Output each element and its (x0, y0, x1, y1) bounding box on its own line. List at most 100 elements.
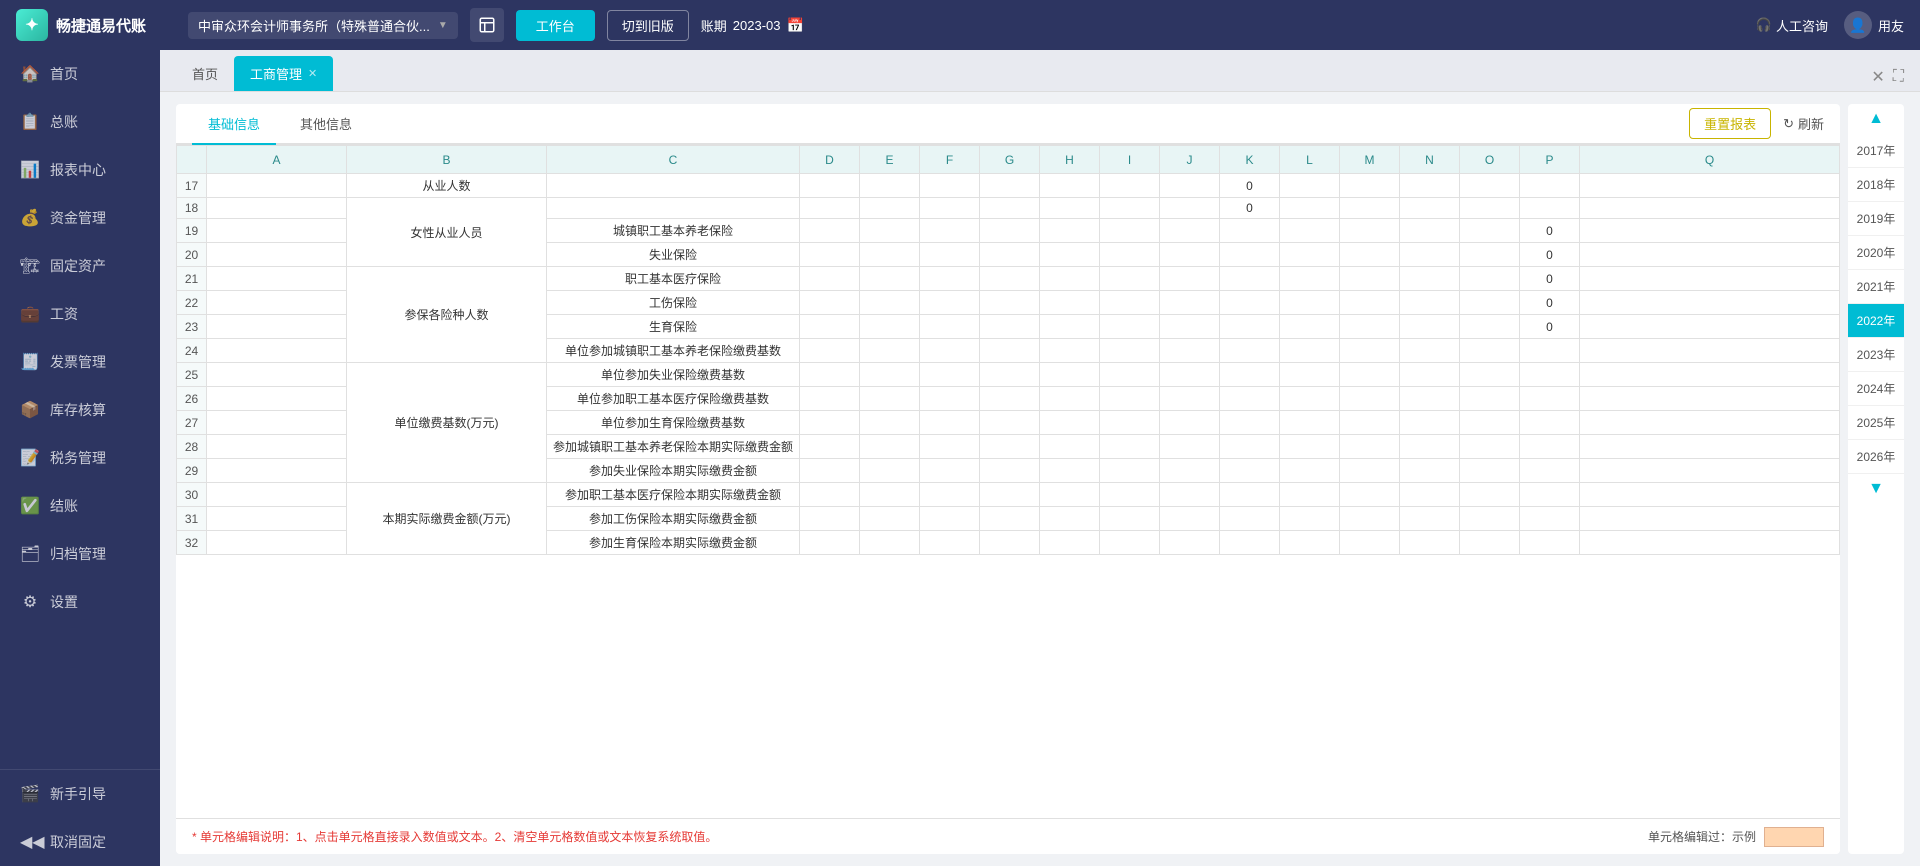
cell-empty[interactable] (980, 459, 1040, 483)
cell-empty[interactable] (1160, 267, 1220, 291)
cell-empty[interactable] (1340, 531, 1400, 555)
cell-p[interactable]: 0 (1520, 291, 1580, 315)
cell-c[interactable]: 参加职工基本医疗保险本期实际缴费金额 (547, 483, 800, 507)
cell-empty[interactable] (1460, 387, 1520, 411)
cell-k[interactable]: 0 (1220, 198, 1280, 219)
cell-k[interactable] (1220, 315, 1280, 339)
cell-empty[interactable] (1340, 411, 1400, 435)
cell-empty[interactable] (1280, 174, 1340, 198)
cell-q[interactable] (1580, 291, 1840, 315)
table-row[interactable]: 30本期实际缴费金额(万元)参加职工基本医疗保险本期实际缴费金额 (177, 483, 1840, 507)
cell-p[interactable] (1520, 483, 1580, 507)
cell-empty[interactable] (1100, 339, 1160, 363)
cell-empty[interactable] (860, 267, 920, 291)
cell-p[interactable] (1520, 363, 1580, 387)
cell-empty[interactable] (860, 411, 920, 435)
cell-q[interactable] (1580, 387, 1840, 411)
sidebar-item-tax[interactable]: 📝 税务管理 (0, 434, 160, 482)
cell-empty[interactable] (1160, 174, 1220, 198)
cell-empty[interactable] (1040, 315, 1100, 339)
cell-empty[interactable] (920, 507, 980, 531)
cell-empty[interactable] (1100, 363, 1160, 387)
cell-empty[interactable] (1280, 267, 1340, 291)
cell-empty[interactable] (1040, 363, 1100, 387)
sidebar-item-invoice[interactable]: 🧾 发票管理 (0, 338, 160, 386)
cell-empty[interactable] (1400, 315, 1460, 339)
cell-empty[interactable] (860, 459, 920, 483)
cell-empty[interactable] (1100, 198, 1160, 219)
cell-a[interactable] (207, 411, 347, 435)
cell-empty[interactable] (1040, 387, 1100, 411)
cell-empty[interactable] (920, 531, 980, 555)
cell-empty[interactable] (1160, 387, 1220, 411)
cell-empty[interactable] (1100, 387, 1160, 411)
old-version-button[interactable]: 切到旧版 (607, 10, 689, 41)
cell-a[interactable] (207, 387, 347, 411)
cell-empty[interactable] (1460, 483, 1520, 507)
sidebar-item-unpin[interactable]: ◀◀ 取消固定 (0, 818, 160, 866)
cell-c[interactable]: 生育保险 (547, 315, 800, 339)
year-item[interactable]: 2023年 (1848, 338, 1904, 372)
year-item[interactable]: 2022年 (1848, 304, 1904, 338)
cell-empty[interactable] (920, 435, 980, 459)
year-item[interactable]: 2019年 (1848, 202, 1904, 236)
cell-empty[interactable] (1100, 174, 1160, 198)
cell-empty[interactable] (1460, 291, 1520, 315)
cell-p[interactable] (1520, 198, 1580, 219)
cell-empty[interactable] (1280, 243, 1340, 267)
refresh-button[interactable]: ↻ 刷新 (1783, 114, 1824, 133)
year-down-btn[interactable]: ▼ (1848, 474, 1904, 504)
cell-q[interactable] (1580, 483, 1840, 507)
cell-empty[interactable] (800, 387, 860, 411)
cell-c[interactable]: 失业保险 (547, 243, 800, 267)
cell-a[interactable] (207, 531, 347, 555)
cell-empty[interactable] (1460, 219, 1520, 243)
sub-tab-basic[interactable]: 基础信息 (192, 104, 276, 143)
reset-button[interactable]: 重置报表 (1689, 108, 1771, 139)
cell-empty[interactable] (1100, 267, 1160, 291)
cell-empty[interactable] (920, 174, 980, 198)
cell-empty[interactable] (1340, 339, 1400, 363)
cell-a[interactable] (207, 198, 347, 219)
cell-empty[interactable] (1460, 363, 1520, 387)
cell-empty[interactable] (1340, 435, 1400, 459)
cell-q[interactable] (1580, 507, 1840, 531)
cell-c[interactable]: 城镇职工基本养老保险 (547, 219, 800, 243)
cell-q[interactable] (1580, 315, 1840, 339)
cell-k[interactable] (1220, 435, 1280, 459)
cell-empty[interactable] (920, 267, 980, 291)
cell-empty[interactable] (1280, 531, 1340, 555)
cell-empty[interactable] (800, 198, 860, 219)
cell-empty[interactable] (1040, 507, 1100, 531)
cell-empty[interactable] (1340, 243, 1400, 267)
cell-empty[interactable] (860, 315, 920, 339)
cell-empty[interactable] (1160, 291, 1220, 315)
cell-empty[interactable] (980, 507, 1040, 531)
cell-empty[interactable] (1400, 507, 1460, 531)
sidebar-item-reports[interactable]: 📊 报表中心 (0, 146, 160, 194)
year-item[interactable]: 2026年 (1848, 440, 1904, 474)
year-item[interactable]: 2024年 (1848, 372, 1904, 406)
table-row[interactable]: 17从业人数0 (177, 174, 1840, 198)
company-selector[interactable]: 中审众环会计师事务所（特殊普通合伙... ▼ (188, 12, 458, 39)
cell-empty[interactable] (1280, 315, 1340, 339)
cell-c[interactable]: 参加城镇职工基本养老保险本期实际缴费金额 (547, 435, 800, 459)
cell-empty[interactable] (1460, 174, 1520, 198)
cell-p[interactable]: 0 (1520, 315, 1580, 339)
cell-empty[interactable] (980, 387, 1040, 411)
cell-empty[interactable] (1280, 387, 1340, 411)
cell-c[interactable]: 单位参加失业保险缴费基数 (547, 363, 800, 387)
cell-empty[interactable] (920, 363, 980, 387)
sidebar-item-home[interactable]: 🏠 首页 (0, 50, 160, 98)
cell-empty[interactable] (1340, 198, 1400, 219)
cell-p[interactable] (1520, 531, 1580, 555)
cell-empty[interactable] (980, 243, 1040, 267)
sidebar-item-settle[interactable]: ✅ 结账 (0, 482, 160, 530)
cell-empty[interactable] (860, 363, 920, 387)
cell-empty[interactable] (860, 507, 920, 531)
cell-empty[interactable] (860, 387, 920, 411)
cell-empty[interactable] (1100, 243, 1160, 267)
cell-q[interactable] (1580, 363, 1840, 387)
cell-empty[interactable] (1100, 483, 1160, 507)
cell-empty[interactable] (1040, 267, 1100, 291)
